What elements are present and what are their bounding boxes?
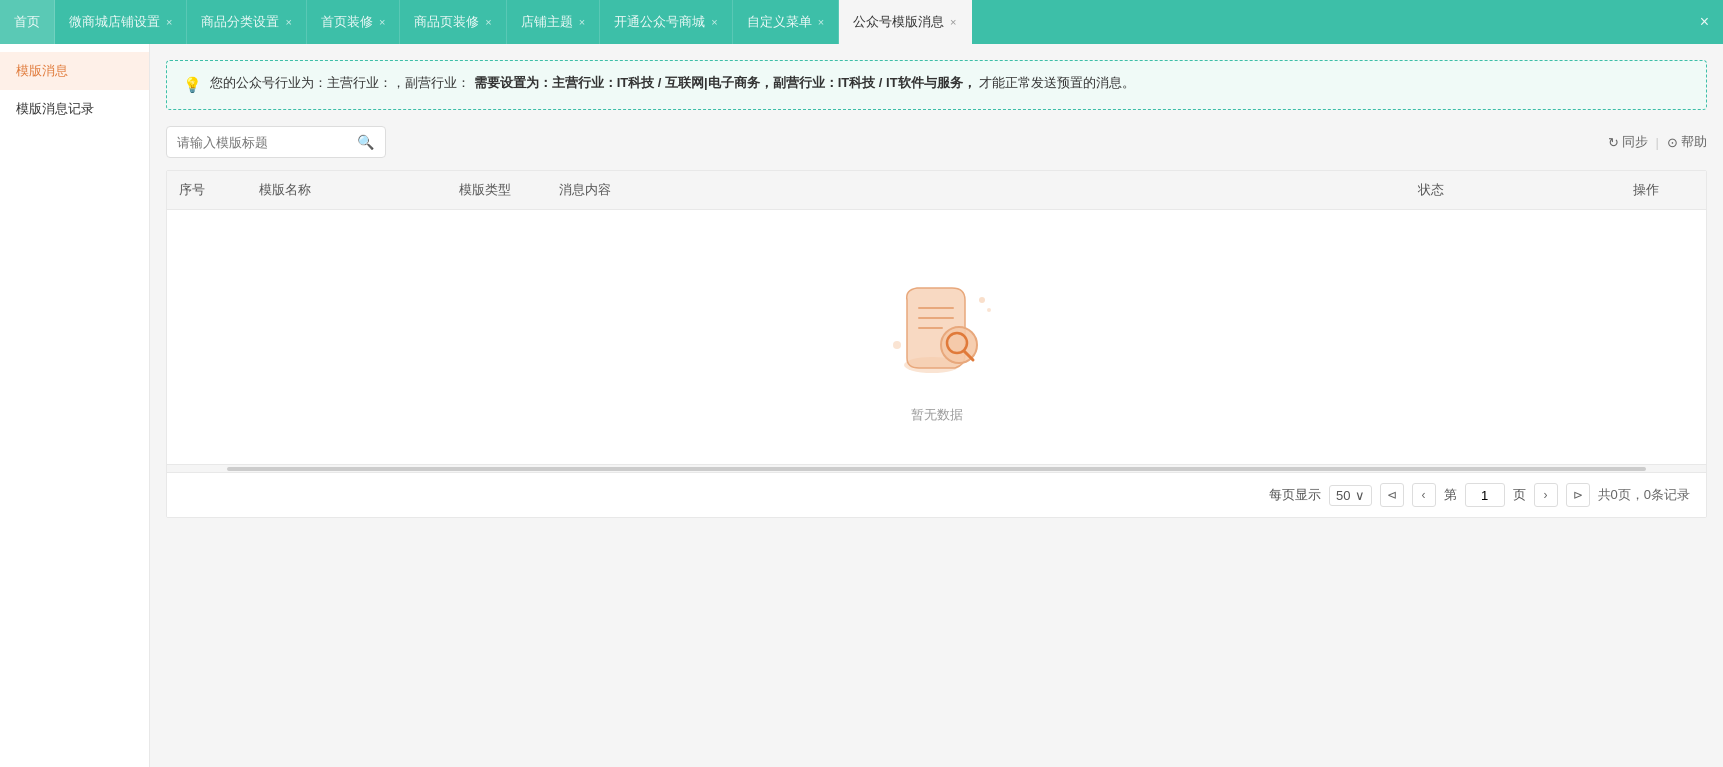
page-di-label: 第 bbox=[1444, 486, 1457, 504]
page-size-label: 每页显示 bbox=[1269, 486, 1321, 504]
search-actions: ↻ 同步 | ⊙ 帮助 bbox=[1608, 133, 1707, 151]
next-page-button[interactable]: › bbox=[1534, 483, 1558, 507]
main-layout: 模版消息 模版消息记录 💡 您的公众号行业为：主营行业：，副营行业： 需要设置为… bbox=[0, 44, 1723, 767]
pagination: 每页显示 50 ∨ ⊲ ‹ 第 页 › ⊳ 共0页，0条记录 bbox=[167, 472, 1706, 517]
nav-tab-mall[interactable]: 开通公众号商城 × bbox=[600, 0, 732, 44]
close-icon[interactable]: × bbox=[579, 16, 585, 28]
help-button[interactable]: ⊙ 帮助 bbox=[1667, 133, 1707, 151]
nav-tab-category[interactable]: 商品分类设置 × bbox=[187, 0, 306, 44]
close-icon[interactable]: × bbox=[166, 16, 172, 28]
content-area: 💡 您的公众号行业为：主营行业：，副营行业： 需要设置为：主营行业：IT科技 /… bbox=[150, 44, 1723, 767]
notice-banner: 💡 您的公众号行业为：主营行业：，副营行业： 需要设置为：主营行业：IT科技 /… bbox=[166, 60, 1707, 110]
close-icon[interactable]: × bbox=[285, 16, 291, 28]
empty-text: 暂无数据 bbox=[911, 406, 963, 424]
first-page-button[interactable]: ⊲ bbox=[1380, 483, 1404, 507]
help-icon: ⊙ bbox=[1667, 135, 1678, 150]
nav-tab-home[interactable]: 首页 bbox=[0, 0, 55, 44]
notice-highlight: 需要设置为：主营行业：IT科技 / 互联网|电子商务，副营行业：IT科技 / I… bbox=[474, 75, 976, 90]
sidebar-item-template-record[interactable]: 模版消息记录 bbox=[0, 90, 149, 128]
top-nav: 首页 微商城店铺设置 × 商品分类设置 × 首页装修 × 商品页装修 × 店铺主… bbox=[0, 0, 1723, 44]
th-type: 模版类型 bbox=[447, 171, 547, 209]
close-all-button[interactable]: × bbox=[1686, 13, 1723, 31]
sidebar-item-template-msg[interactable]: 模版消息 bbox=[0, 52, 149, 90]
close-icon[interactable]: × bbox=[485, 16, 491, 28]
divider: | bbox=[1656, 135, 1659, 150]
close-icon[interactable]: × bbox=[818, 16, 824, 28]
nav-tab-store-settings[interactable]: 微商城店铺设置 × bbox=[55, 0, 187, 44]
bulb-icon: 💡 bbox=[183, 73, 202, 97]
nav-tab-custom-menu[interactable]: 自定义菜单 × bbox=[733, 0, 839, 44]
page-unit-label: 页 bbox=[1513, 486, 1526, 504]
table-header: 序号 模版名称 模版类型 消息内容 状态 操作 bbox=[167, 171, 1706, 210]
search-input-wrap[interactable]: 🔍 bbox=[166, 126, 386, 158]
svg-point-9 bbox=[987, 308, 991, 312]
empty-illustration bbox=[877, 270, 997, 390]
scrollbar-track[interactable] bbox=[227, 467, 1646, 471]
search-icon[interactable]: 🔍 bbox=[357, 134, 374, 150]
horizontal-scrollbar[interactable] bbox=[167, 464, 1706, 472]
page-number-input[interactable] bbox=[1465, 483, 1505, 507]
sidebar: 模版消息 模版消息记录 bbox=[0, 44, 150, 767]
th-content: 消息内容 bbox=[547, 171, 1406, 209]
nav-tab-theme[interactable]: 店铺主题 × bbox=[507, 0, 600, 44]
search-bar: 🔍 ↻ 同步 | ⊙ 帮助 bbox=[166, 126, 1707, 158]
svg-point-8 bbox=[979, 297, 985, 303]
last-page-button[interactable]: ⊳ bbox=[1566, 483, 1590, 507]
nav-tab-product-decor[interactable]: 商品页装修 × bbox=[400, 0, 506, 44]
svg-point-10 bbox=[893, 341, 901, 349]
data-table: 序号 模版名称 模版类型 消息内容 状态 操作 bbox=[166, 170, 1707, 518]
th-name: 模版名称 bbox=[247, 171, 447, 209]
prev-page-button[interactable]: ‹ bbox=[1412, 483, 1436, 507]
th-action: 操作 bbox=[1586, 171, 1706, 209]
notice-text-before: 您的公众号行业为：主营行业：，副营行业： bbox=[210, 75, 470, 90]
chevron-down-icon: ∨ bbox=[1355, 488, 1365, 503]
search-input[interactable] bbox=[177, 135, 357, 150]
th-seq: 序号 bbox=[167, 171, 247, 209]
sync-icon: ↻ bbox=[1608, 135, 1619, 150]
empty-state: 暂无数据 bbox=[167, 210, 1706, 464]
page-size-select[interactable]: 50 ∨ bbox=[1329, 485, 1371, 506]
sync-button[interactable]: ↻ 同步 bbox=[1608, 133, 1648, 151]
close-icon[interactable]: × bbox=[379, 16, 385, 28]
page-size-value: 50 bbox=[1336, 488, 1350, 503]
th-status: 状态 bbox=[1406, 171, 1586, 209]
close-icon[interactable]: × bbox=[950, 16, 956, 28]
nav-tab-home-decor[interactable]: 首页装修 × bbox=[307, 0, 400, 44]
close-icon[interactable]: × bbox=[711, 16, 717, 28]
notice-text-after: 才能正常发送预置的消息。 bbox=[979, 75, 1135, 90]
nav-tab-template-msg[interactable]: 公众号模版消息 × bbox=[839, 0, 971, 44]
page-total: 共0页，0条记录 bbox=[1598, 486, 1690, 504]
